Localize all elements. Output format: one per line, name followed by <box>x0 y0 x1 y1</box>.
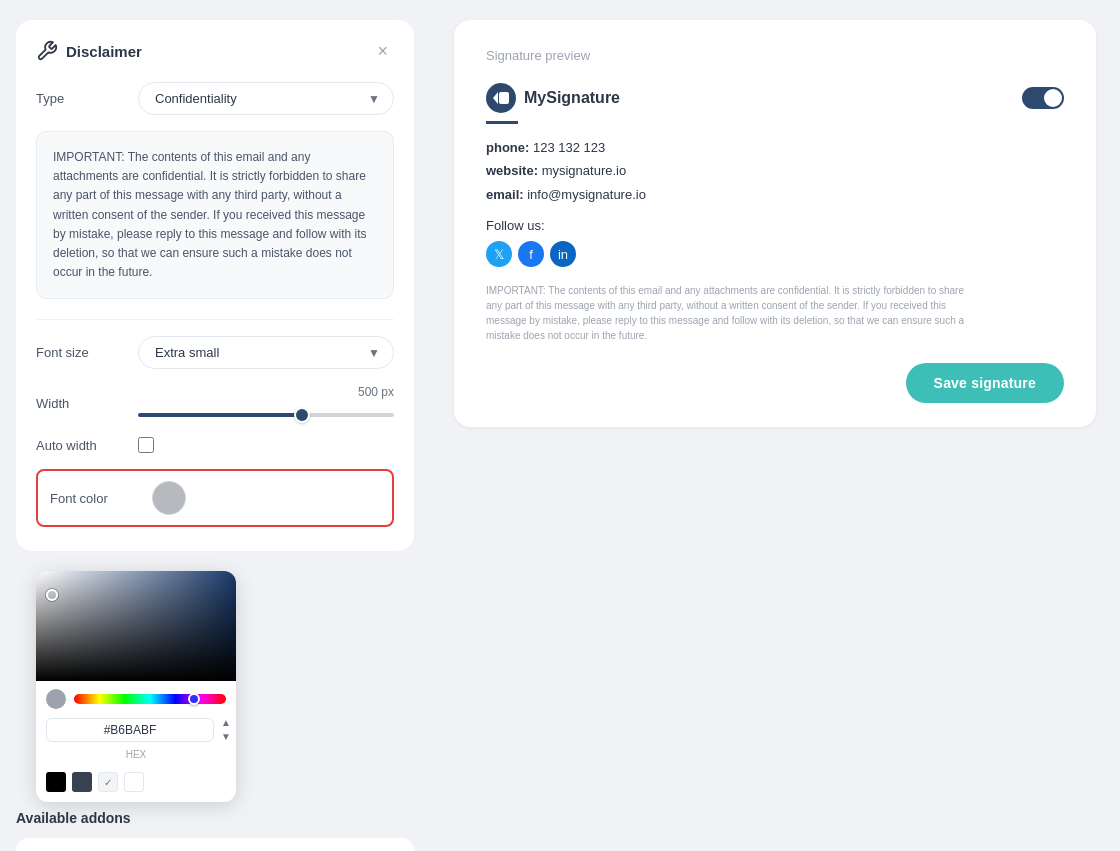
card-header: Disclaimer × <box>36 40 394 62</box>
swatch-checkmark[interactable]: ✓ <box>98 772 118 792</box>
font-color-row: Font color <box>36 469 394 527</box>
disclaimer-text: IMPORTANT: The contents of this email an… <box>53 148 377 282</box>
divider-1 <box>36 319 394 320</box>
font-size-row: Font size Extra small Small Medium Large… <box>36 336 394 369</box>
left-panel: Disclaimer × Type Confidentiality Legal … <box>0 0 430 851</box>
save-signature-button[interactable]: Save signature <box>906 363 1064 403</box>
swatch-white[interactable] <box>124 772 144 792</box>
sig-divider <box>486 121 518 124</box>
color-picker-dot[interactable] <box>46 589 58 601</box>
toggle-switch[interactable] <box>1022 87 1064 109</box>
sig-header: MySignature <box>486 83 1064 113</box>
sig-follow-label: Follow us: <box>486 218 1064 233</box>
sig-disclaimer-text: IMPORTANT: The contents of this email an… <box>486 283 966 343</box>
type-row: Type Confidentiality Legal Custom ▼ <box>36 82 394 115</box>
auto-width-checkbox-wrapper <box>138 437 154 453</box>
hammer-icon <box>36 40 58 62</box>
addon-sign-off[interactable]: Sign off <box>16 838 414 851</box>
hue-slider[interactable] <box>74 694 226 704</box>
social-icons-row: 𝕏 f in <box>486 241 1064 267</box>
available-addons: Available addons Sign off Social <box>16 810 414 851</box>
hex-input[interactable] <box>46 718 214 742</box>
close-button[interactable]: × <box>371 40 394 62</box>
type-dropdown-wrapper: Confidentiality Legal Custom ▼ <box>138 82 394 115</box>
color-picker-section: ▲ ▼ HEX ✓ <box>16 571 414 802</box>
addons-title: Available addons <box>16 810 414 826</box>
sig-website: website: mysignature.io <box>486 159 1064 182</box>
color-swatches: ✓ <box>36 768 236 802</box>
save-btn-row: Save signature <box>486 363 1064 403</box>
hex-row: ▲ ▼ <box>46 717 226 743</box>
hex-up-button[interactable]: ▲ <box>220 717 232 729</box>
facebook-icon[interactable]: f <box>518 241 544 267</box>
font-size-dropdown[interactable]: Extra small Small Medium Large <box>138 336 394 369</box>
color-picker-popup: ▲ ▼ HEX ✓ <box>36 571 236 802</box>
auto-width-label: Auto width <box>36 438 126 453</box>
brand-name: MySignature <box>524 89 620 107</box>
color-circle[interactable] <box>152 481 186 515</box>
disclaimer-text-box: IMPORTANT: The contents of this email an… <box>36 131 394 299</box>
card-title-row: Disclaimer <box>36 40 142 62</box>
width-value: 500 px <box>138 385 394 399</box>
hex-down-button[interactable]: ▼ <box>220 731 232 743</box>
hex-arrows: ▲ ▼ <box>220 717 232 743</box>
width-row: Width 500 px <box>36 385 394 421</box>
sig-brand: MySignature <box>486 83 620 113</box>
color-hue-row <box>46 689 226 709</box>
svg-rect-7 <box>499 92 509 104</box>
sig-phone: phone: 123 132 123 <box>486 136 1064 159</box>
type-dropdown[interactable]: Confidentiality Legal Custom <box>138 82 394 115</box>
signature-preview-card: Signature preview MySignature phone: 123… <box>454 20 1096 427</box>
auto-width-checkbox[interactable] <box>138 437 154 453</box>
card-title: Disclaimer <box>66 43 142 60</box>
right-panel: Signature preview MySignature phone: 123… <box>430 0 1120 851</box>
disclaimer-card: Disclaimer × Type Confidentiality Legal … <box>16 20 414 551</box>
width-slider-container: 500 px <box>138 385 394 421</box>
width-slider[interactable] <box>138 413 394 417</box>
hue-thumb <box>188 693 200 705</box>
swatch-black[interactable] <box>46 772 66 792</box>
hex-label: HEX <box>46 749 226 760</box>
type-label: Type <box>36 91 126 106</box>
sig-email: email: info@mysignature.io <box>486 183 1064 206</box>
sig-info: phone: 123 132 123 website: mysignature.… <box>486 136 1064 206</box>
auto-width-row: Auto width <box>36 437 394 453</box>
grey-dot <box>46 689 66 709</box>
font-size-label: Font size <box>36 345 126 360</box>
toggle-knob <box>1044 89 1062 107</box>
width-label: Width <box>36 396 126 411</box>
twitter-icon[interactable]: 𝕏 <box>486 241 512 267</box>
color-gradient-area[interactable] <box>36 571 236 681</box>
swatch-darkgray[interactable] <box>72 772 92 792</box>
linkedin-icon[interactable]: in <box>550 241 576 267</box>
brand-logo-icon <box>486 83 516 113</box>
font-size-dropdown-wrapper: Extra small Small Medium Large ▼ <box>138 336 394 369</box>
preview-label: Signature preview <box>486 48 1064 63</box>
color-picker-controls: ▲ ▼ HEX <box>36 681 236 768</box>
font-color-label: Font color <box>50 491 140 506</box>
